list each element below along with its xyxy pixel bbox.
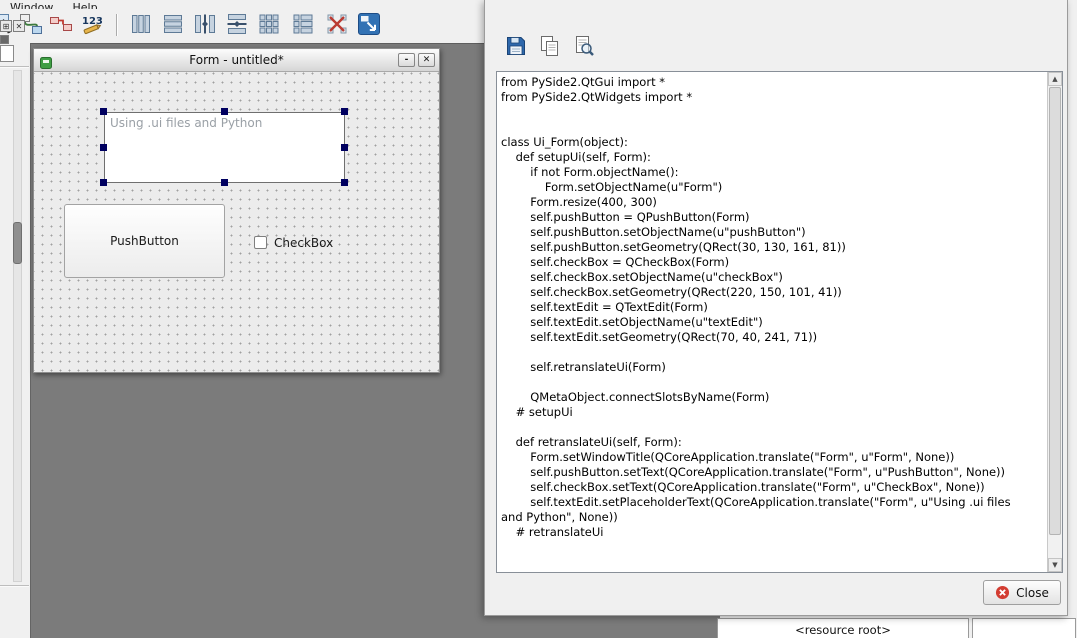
code-line: self.pushButton.setObjectName(u"pushButt…: [501, 225, 1044, 240]
widgetbox-filter-input[interactable]: [0, 45, 14, 62]
code-line: self.textEdit.setPlaceholderText(QCoreAp…: [501, 495, 1044, 510]
code-dialog-toolbar: [504, 34, 596, 58]
scrollbar-thumb[interactable]: [1049, 87, 1061, 535]
left-scrollbar-track[interactable]: [13, 70, 22, 582]
close-circle-icon: [995, 585, 1010, 600]
checkbox-widget[interactable]: CheckBox: [254, 222, 355, 263]
lay-out-in-grid-icon[interactable]: [256, 11, 282, 37]
selection-handle-ne[interactable]: [341, 108, 348, 115]
code-line: from PySide2.QtWidgets import *: [501, 90, 1044, 105]
code-preview-dialog: from PySide2.QtGui import *from PySide2.…: [484, 0, 1068, 616]
scroll-down-icon[interactable]: ▼: [1048, 558, 1062, 572]
dock-panel-icon: ⊞: [0, 20, 12, 32]
code-line: self.checkBox.setObjectName(u"checkBox"): [501, 270, 1044, 285]
qt-designer-window: Window Help 123: [0, 0, 1077, 638]
code-line: and Python", None)): [501, 510, 1044, 525]
left-panel-divider-bottom: [0, 585, 29, 586]
break-layout-icon[interactable]: [324, 11, 350, 37]
form-window-titlebar[interactable]: Form - untitled* - ✕: [34, 49, 439, 72]
code-line: Form.resize(400, 300): [501, 195, 1044, 210]
left-scrollbar-thumb[interactable]: [13, 222, 22, 264]
code-line: # setupUi: [501, 405, 1044, 420]
checkbox-indicator[interactable]: [254, 236, 267, 249]
lay-out-vertically-icon[interactable]: [160, 11, 186, 37]
code-line: from PySide2.QtGui import *: [501, 75, 1044, 90]
code-line: QMetaObject.connectSlotsByName(Form): [501, 390, 1044, 405]
form-window-title: Form - untitled*: [34, 53, 439, 67]
pushbutton-widget[interactable]: PushButton: [64, 204, 225, 278]
copy-icon[interactable]: [538, 34, 562, 58]
lay-out-horizontally-in-splitter-icon[interactable]: [192, 11, 218, 37]
code-editor[interactable]: from PySide2.QtGui import *from PySide2.…: [501, 75, 1044, 570]
code-line: self.retranslateUi(Form): [501, 360, 1044, 375]
lay-out-in-form-layout-icon[interactable]: [290, 11, 316, 37]
code-view: from PySide2.QtGui import *from PySide2.…: [496, 71, 1063, 573]
lay-out-horizontally-icon[interactable]: [128, 11, 154, 37]
code-line: class Ui_Form(object):: [501, 135, 1044, 150]
code-vertical-scrollbar[interactable]: ▲ ▼: [1047, 72, 1062, 572]
code-line: def retranslateUi(self, Form):: [501, 435, 1044, 450]
lay-out-vertically-in-splitter-icon[interactable]: [224, 11, 250, 37]
dock-titlebar: ⊞ ✕: [0, 20, 25, 32]
code-line: Form.setObjectName(u"Form"): [501, 180, 1044, 195]
code-line: [501, 345, 1044, 360]
selection-handle-e[interactable]: [341, 144, 348, 151]
edit-tab-order-icon[interactable]: 123: [80, 11, 106, 37]
code-line: [501, 420, 1044, 435]
code-line: self.textEdit.setObjectName(u"textEdit"): [501, 315, 1044, 330]
scroll-up-icon[interactable]: ▲: [1048, 72, 1062, 86]
checkbox-label: CheckBox: [274, 236, 333, 250]
save-icon[interactable]: [504, 34, 528, 58]
menu-help[interactable]: Help: [72, 1, 97, 9]
resource-side-box: [972, 618, 1076, 638]
edit-buddies-icon[interactable]: [48, 11, 74, 37]
code-line: def setupUi(self, Form):: [501, 150, 1044, 165]
code-line: self.pushButton = QPushButton(Form): [501, 210, 1044, 225]
code-line: # retranslateUi: [501, 525, 1044, 540]
code-line: [501, 105, 1044, 120]
code-line: self.checkBox.setText(QCoreApplication.t…: [501, 480, 1044, 495]
code-line: [501, 120, 1044, 135]
code-line: self.textEdit = QTextEdit(Form): [501, 300, 1044, 315]
textedit-widget[interactable]: Using .ui files and Python: [104, 112, 345, 183]
selection-handle-n[interactable]: [221, 108, 228, 115]
selection-handle-s[interactable]: [221, 179, 228, 186]
left-panel-divider: [0, 66, 29, 67]
code-line: self.textEdit.setGeometry(QRect(70, 40, …: [501, 330, 1044, 345]
find-icon[interactable]: [572, 34, 596, 58]
dock-close-icon[interactable]: ✕: [13, 20, 25, 32]
code-line: [501, 375, 1044, 390]
close-button-label: Close: [1016, 586, 1049, 600]
dock-mini-icon: [0, 35, 9, 44]
code-line: self.pushButton.setText(QCoreApplication…: [501, 465, 1044, 480]
code-line: if not Form.objectName():: [501, 165, 1044, 180]
selection-handle-nw[interactable]: [100, 108, 107, 115]
selection-handle-w[interactable]: [100, 144, 107, 151]
code-line: self.checkBox = QCheckBox(Form): [501, 255, 1044, 270]
selection-handle-se[interactable]: [341, 179, 348, 186]
menu-window[interactable]: Window: [10, 1, 53, 9]
code-line: self.pushButton.setGeometry(QRect(30, 13…: [501, 240, 1044, 255]
code-line: Form.setWindowTitle(QCoreApplication.tra…: [501, 450, 1044, 465]
toolbar-separator: [116, 14, 117, 36]
resource-root-item[interactable]: <resource root>: [717, 618, 969, 638]
code-line: self.checkBox.setGeometry(QRect(220, 150…: [501, 285, 1044, 300]
form-canvas[interactable]: Using .ui files and Python PushButton Ch…: [34, 72, 439, 372]
close-button[interactable]: Close: [983, 580, 1061, 605]
selection-handle-sw[interactable]: [100, 179, 107, 186]
adjust-size-icon[interactable]: [356, 11, 382, 37]
form-designer-window: Form - untitled* - ✕ Using .ui files and…: [33, 48, 440, 373]
